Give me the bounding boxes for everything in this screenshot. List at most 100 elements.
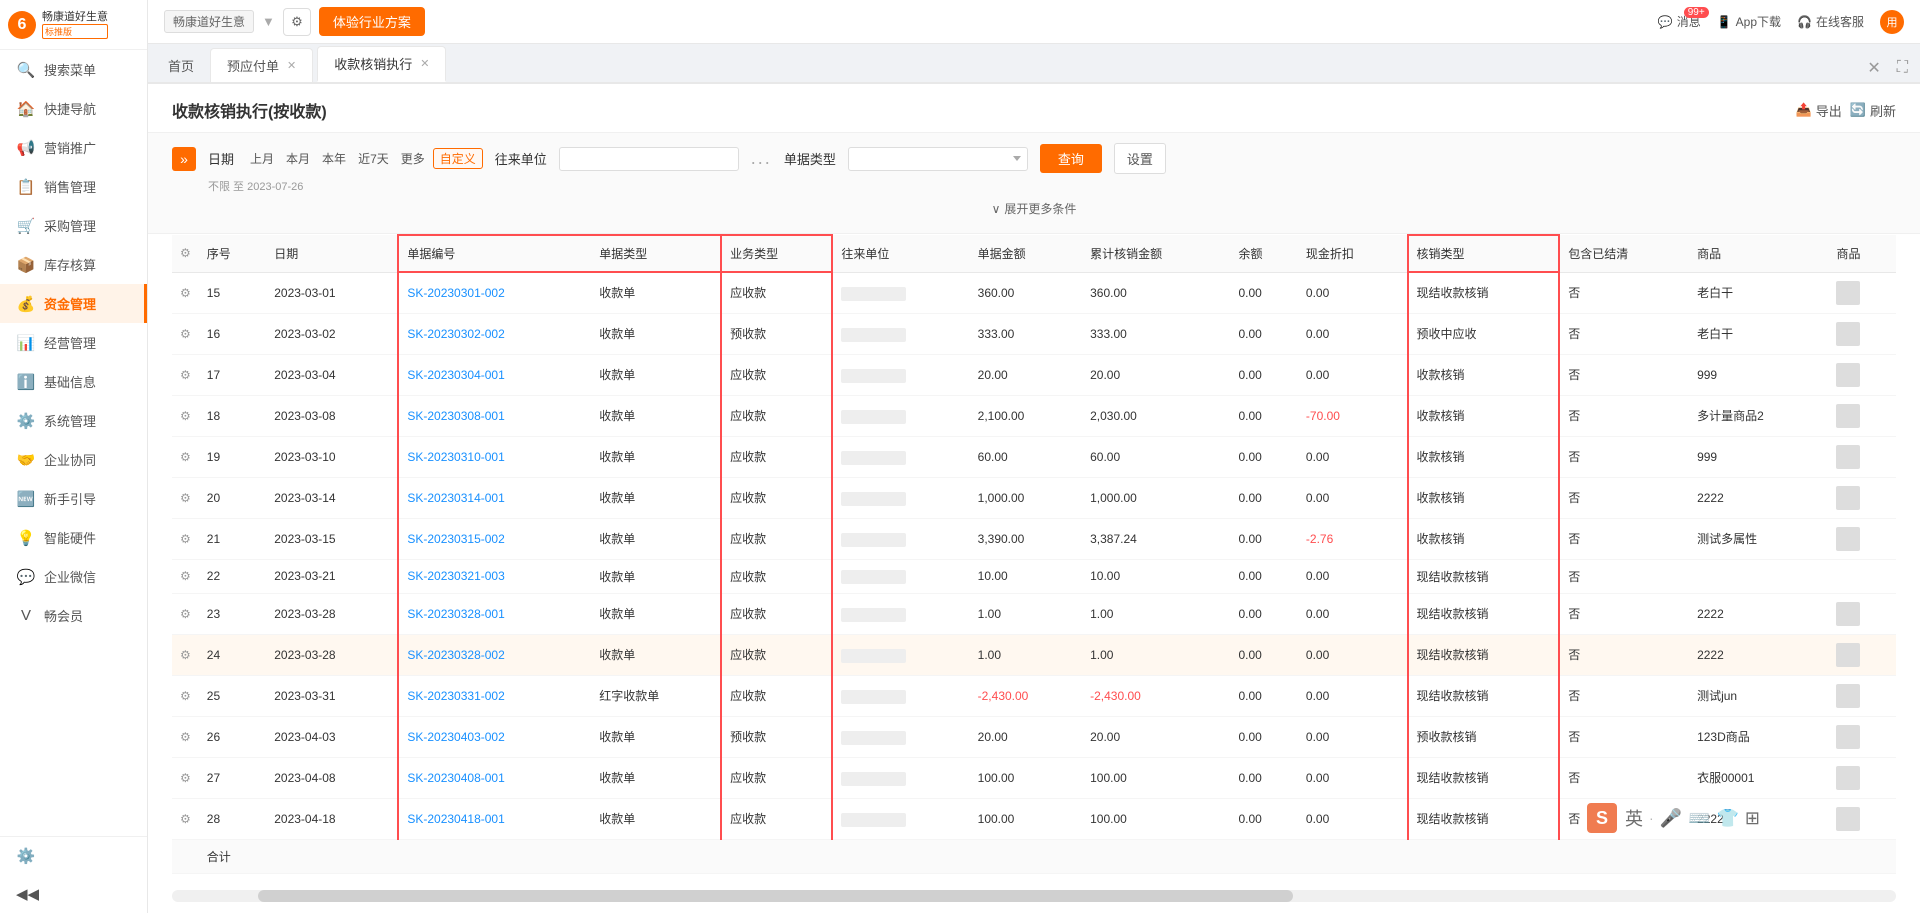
cell-include-settled: 否 (1559, 559, 1689, 593)
cell-no: 25 (199, 675, 266, 716)
cell-cancel-type: 现结收款核销 (1408, 675, 1560, 716)
toolbar-dot-icon: · (1649, 810, 1654, 826)
sidebar-item-shortcut[interactable]: 🏠快捷导航 (0, 89, 147, 128)
sidebar-item-basic[interactable]: ℹ️基础信息 (0, 362, 147, 401)
tab-close-all-icon[interactable]: ✕ (1863, 54, 1884, 82)
cell-gear[interactable]: ⚙ (172, 559, 199, 593)
filter-expand-button[interactable]: » (172, 147, 196, 171)
cell-gear[interactable]: ⚙ (172, 675, 199, 716)
sidebar-item-wechat[interactable]: 💬企业微信 (0, 557, 147, 596)
cell-gear[interactable]: ⚙ (172, 716, 199, 757)
cell-total-cancel: 20.00 (1082, 716, 1230, 757)
cell-amount: 10.00 (970, 559, 1082, 593)
cell-gear[interactable]: ⚙ (172, 477, 199, 518)
tab-prepay-close-icon[interactable]: ✕ (287, 59, 296, 72)
toolbar-keyboard-icon[interactable]: ⌨️ (1688, 808, 1710, 829)
cell-doc-no: SK-20230418-001 (398, 798, 591, 839)
tab-receive-label: 收款核销执行 (334, 54, 412, 73)
cell-amount: 20.00 (970, 716, 1082, 757)
cell-total-cancel: 2,030.00 (1082, 395, 1230, 436)
toolbar-shirt-icon[interactable]: 👕 (1716, 808, 1738, 829)
cell-cash-discount: 0.00 (1298, 354, 1408, 395)
filter-last-month-btn[interactable]: 上月 (246, 148, 278, 169)
breadcrumb-arrow-icon: ▼ (262, 14, 275, 29)
sidebar-label-inventory: 库存核算 (44, 255, 96, 274)
sidebar-item-settings[interactable]: ⚙️ (0, 837, 147, 875)
sidebar-item-sales[interactable]: 📋销售管理 (0, 167, 147, 206)
table-horizontal-scrollbar[interactable] (172, 890, 1896, 902)
tab-prepay[interactable]: 预应付单 ✕ (210, 48, 313, 82)
sidebar-item-member[interactable]: V畅会员 (0, 596, 147, 635)
filter-more-btn[interactable]: 更多 (397, 148, 429, 169)
tab-expand-icon[interactable]: ⛶ (1893, 55, 1912, 81)
col-header-gear[interactable]: ⚙ (172, 235, 199, 272)
filter-partner-input[interactable] (559, 147, 739, 171)
filter-this-year-btn[interactable]: 本年 (318, 148, 350, 169)
filter-this-month-btn[interactable]: 本月 (282, 148, 314, 169)
filter-query-button[interactable]: 查询 (1040, 144, 1102, 173)
message-btn[interactable]: 💬 消息 99+ (1658, 13, 1701, 30)
cell-include-settled: 否 (1559, 354, 1689, 395)
filter-expand-more-button[interactable]: ∨ 展开更多条件 (992, 200, 1077, 217)
cell-gear[interactable]: ⚙ (172, 634, 199, 675)
col-header-doc-type: 单据类型 (591, 235, 721, 272)
app-download-link[interactable]: 📱 App下载 (1717, 13, 1781, 30)
cell-gear[interactable]: ⚙ (172, 798, 199, 839)
filter-doc-type-select[interactable] (848, 147, 1028, 171)
cell-biz-type: 应收款 (721, 395, 832, 436)
cell-balance: 0.00 (1230, 593, 1297, 634)
sidebar-item-hardware[interactable]: 💡智能硬件 (0, 518, 147, 557)
sidebar-item-system[interactable]: ⚙️系统管理 (0, 401, 147, 440)
cell-gear[interactable]: ⚙ (172, 354, 199, 395)
tab-receive-close-icon[interactable]: ✕ (420, 57, 429, 70)
cell-gear[interactable]: ⚙ (172, 395, 199, 436)
toolbar-text-label: 英 (1625, 805, 1643, 831)
sidebar-item-enterprise[interactable]: 🤝企业协同 (0, 440, 147, 479)
cell-date: 2023-03-31 (266, 675, 398, 716)
filter-7days-btn[interactable]: 近7天 (354, 148, 393, 169)
tab-home[interactable]: 首页 (156, 49, 206, 82)
cell-balance: 0.00 (1230, 477, 1297, 518)
cell-amount: 60.00 (970, 436, 1082, 477)
table-header-row: ⚙ 序号 日期 单据编号 单据类型 业务类型 往来单位 单据金额 累计核销金额 … (172, 235, 1896, 272)
cell-gear[interactable]: ⚙ (172, 272, 199, 313)
cell-cash-discount: 0.00 (1298, 798, 1408, 839)
filter-settings-button[interactable]: 设置 (1114, 143, 1166, 174)
toolbar-mic-icon[interactable]: 🎤 (1660, 808, 1682, 829)
sidebar-item-search[interactable]: 🔍搜索菜单 (0, 50, 147, 89)
cell-include-settled: 否 (1559, 716, 1689, 757)
tab-receive[interactable]: 收款核销执行 ✕ (317, 46, 446, 82)
solution-button[interactable]: 体验行业方案 (319, 7, 425, 36)
user-avatar[interactable]: 用 (1880, 10, 1904, 34)
sidebar-logo[interactable]: 6 畅康道好生意 标推版 (0, 0, 147, 50)
toolbar-grid-icon[interactable]: ⊞ (1745, 808, 1760, 829)
refresh-button[interactable]: 🔄 刷新 (1850, 101, 1896, 120)
cell-gear[interactable]: ⚙ (172, 593, 199, 634)
col-header-biz-type: 业务类型 (721, 235, 832, 272)
expand-chevron-icon: ∨ (992, 202, 1001, 216)
cell-gear[interactable]: ⚙ (172, 757, 199, 798)
sidebar-item-marketing[interactable]: 📢营销推广 (0, 128, 147, 167)
cell-gear[interactable]: ⚙ (172, 436, 199, 477)
sidebar-item-purchase[interactable]: 🛒采购管理 (0, 206, 147, 245)
col-header-amount: 单据金额 (970, 235, 1082, 272)
cell-balance: 0.00 (1230, 354, 1297, 395)
sidebar-label-wechat: 企业微信 (44, 567, 96, 586)
topbar-gear-btn[interactable]: ⚙ (283, 8, 311, 36)
sidebar-item-guide[interactable]: 🆕新手引导 (0, 479, 147, 518)
table-scrollbar-thumb[interactable] (258, 890, 1292, 902)
table-row: ⚙ 15 2023-03-01 SK-20230301-002 收款单 应收款 … (172, 272, 1896, 313)
cell-no: 27 (199, 757, 266, 798)
filter-custom-btn[interactable]: 自定义 (433, 148, 483, 169)
online-service-link[interactable]: 🎧 在线客服 (1797, 13, 1864, 30)
export-icon: 📤 (1796, 102, 1812, 118)
export-button[interactable]: 📤 导出 (1796, 101, 1842, 120)
cell-date: 2023-03-02 (266, 313, 398, 354)
sidebar-item-finance[interactable]: 💰资金管理 (0, 284, 147, 323)
cell-total-cancel: 10.00 (1082, 559, 1230, 593)
sidebar-item-operation[interactable]: 📊经营管理 (0, 323, 147, 362)
cell-gear[interactable]: ⚙ (172, 313, 199, 354)
cell-gear[interactable]: ⚙ (172, 518, 199, 559)
sidebar-item-inventory[interactable]: 📦库存核算 (0, 245, 147, 284)
sidebar-item-collapse[interactable]: ◀◀ (0, 875, 147, 913)
